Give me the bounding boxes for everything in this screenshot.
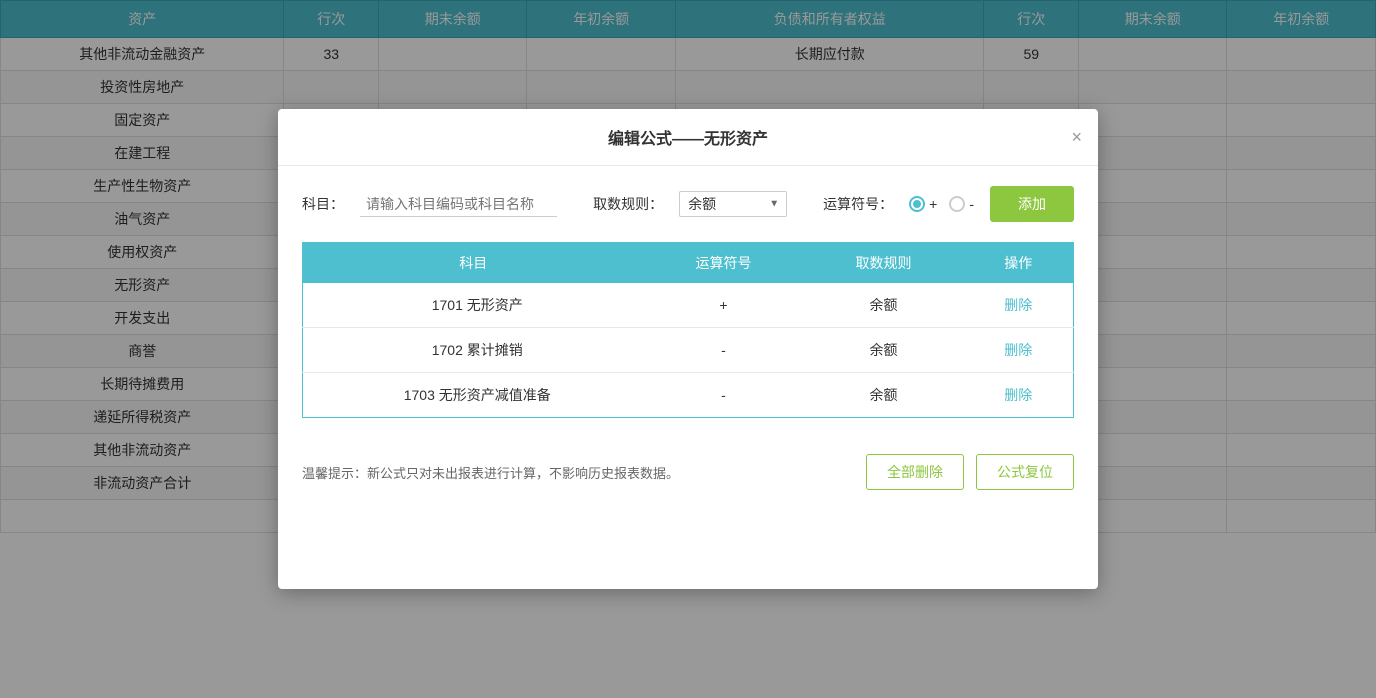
subject-label: 科目： (302, 194, 344, 214)
formula-row: 1703 无形资产减值准备-余额 删除 (303, 373, 1074, 418)
formula-table: 科目 运算符号 取数规则 操作 1701 无形资产+余额删除1702 累计摊销-… (302, 242, 1074, 418)
formula-row: 1702 累计摊销-余额 删除 (303, 328, 1074, 373)
modal-footer: 温馨提示：新公式只对未出报表进行计算，不影响历史报表数据。 全部删除 公式复位 (278, 438, 1098, 490)
operator-minus-label: - (969, 196, 974, 212)
footer-buttons: 全部删除 公式复位 (866, 454, 1074, 490)
modal-dialog: 编辑公式——无形资产 × 科目： 取数规则： 余额 借方发生额 贷方发生额 ▼ … (278, 109, 1098, 589)
modal-title: 编辑公式——无形资产 (608, 131, 768, 148)
operator-radio-group: + - (909, 196, 974, 212)
operator-plus-label: + (929, 196, 937, 212)
modal-header: 编辑公式——无形资产 × (278, 109, 1098, 166)
formula-rule: 余额 (803, 373, 963, 418)
formula-operator: + (643, 283, 803, 328)
th-rule: 取数规则 (803, 243, 963, 284)
formula-subject: 1703 无形资产减值准备 (303, 373, 644, 418)
form-row: 科目： 取数规则： 余额 借方发生额 贷方发生额 ▼ 运算符号： + (302, 186, 1074, 222)
operator-plus-radio[interactable]: + (909, 196, 937, 212)
delete-row-button[interactable]: 删除 (1004, 342, 1032, 358)
modal-body: 科目： 取数规则： 余额 借方发生额 贷方发生额 ▼ 运算符号： + (278, 166, 1098, 438)
formula-rule: 余额 (803, 328, 963, 373)
formula-action: 删除 (963, 283, 1073, 328)
formula-subject: 1701 无形资产 (303, 283, 644, 328)
formula-row: 1701 无形资产+余额 删除 (303, 283, 1074, 328)
th-operator: 运算符号 (643, 243, 803, 284)
operator-label: 运算符号： (823, 194, 893, 214)
add-button[interactable]: 添加 (990, 186, 1074, 222)
modal-overlay: 编辑公式——无形资产 × 科目： 取数规则： 余额 借方发生额 贷方发生额 ▼ … (0, 0, 1376, 698)
warning-text: 温馨提示：新公式只对未出报表进行计算，不影响历史报表数据。 (302, 463, 679, 482)
rule-label: 取数规则： (593, 194, 663, 214)
delete-row-button[interactable]: 删除 (1004, 297, 1032, 313)
modal-close-button[interactable]: × (1071, 128, 1082, 146)
rule-select[interactable]: 余额 借方发生额 贷方发生额 (679, 191, 787, 217)
delete-all-button[interactable]: 全部删除 (866, 454, 964, 490)
formula-action: 删除 (963, 373, 1073, 418)
formula-subject: 1702 累计摊销 (303, 328, 644, 373)
table-header-row: 科目 运算符号 取数规则 操作 (303, 243, 1074, 284)
formula-action: 删除 (963, 328, 1073, 373)
delete-row-button[interactable]: 删除 (1004, 387, 1032, 403)
rule-select-wrapper: 余额 借方发生额 贷方发生额 ▼ (679, 191, 787, 217)
radio-plus-circle (909, 196, 925, 212)
formula-rule: 余额 (803, 283, 963, 328)
formula-operator: - (643, 328, 803, 373)
th-action: 操作 (963, 243, 1073, 284)
reset-formula-button[interactable]: 公式复位 (976, 454, 1074, 490)
subject-input[interactable] (360, 192, 557, 217)
formula-operator: - (643, 373, 803, 418)
radio-minus-circle (949, 196, 965, 212)
th-subject: 科目 (303, 243, 644, 284)
operator-minus-radio[interactable]: - (949, 196, 974, 212)
